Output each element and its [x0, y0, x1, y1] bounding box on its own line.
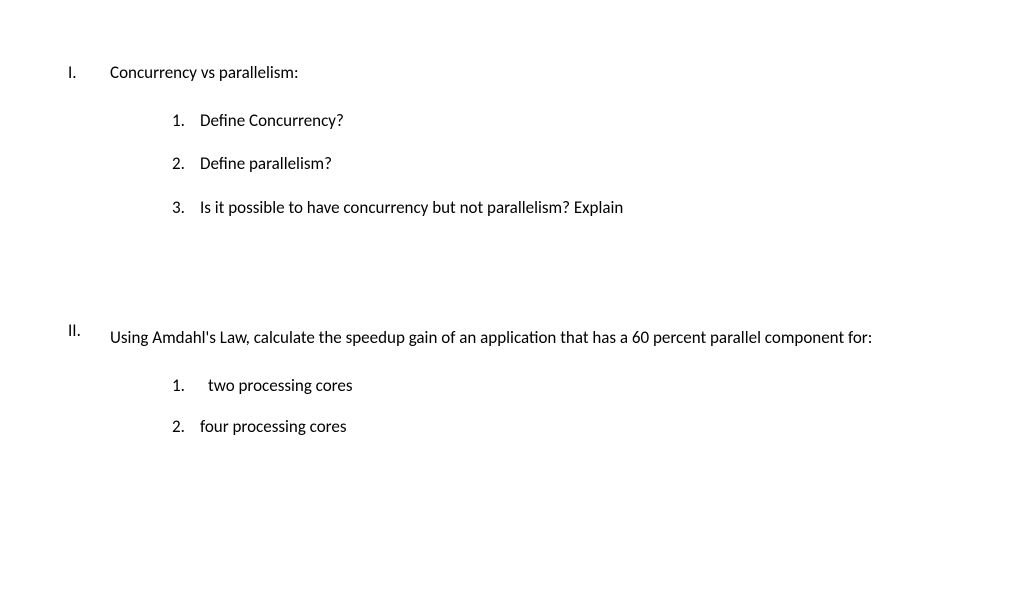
question-section-1: I. Concurrency vs parallelism: 1. Define…: [60, 60, 969, 238]
section-content: Concurrency vs parallelism: 1. Define Co…: [110, 60, 969, 238]
item-text: Is it possible to have concurrency but n…: [200, 195, 969, 221]
item-number: 1.: [172, 373, 208, 399]
item-number: 1.: [172, 108, 200, 134]
section-title: Using Amdahl's Law, calculate the speedu…: [110, 318, 969, 359]
item-text: four processing cores: [200, 414, 969, 440]
sub-list: 1. two processing cores 2. four processi…: [110, 373, 969, 440]
item-text: Define Concurrency?: [200, 108, 969, 134]
item-number: 2.: [172, 414, 200, 440]
section-title: Concurrency vs parallelism:: [110, 60, 969, 86]
question-section-2: II. Using Amdahl's Law, calculate the sp…: [60, 318, 969, 456]
list-item: 3. Is it possible to have concurrency bu…: [172, 195, 969, 221]
section-number: II.: [60, 318, 110, 456]
list-item: 1. Define Concurrency?: [172, 108, 969, 134]
section-number: I.: [60, 60, 110, 238]
sub-list: 1. Define Concurrency? 2. Define paralle…: [110, 108, 969, 221]
list-item: 1. two processing cores: [172, 373, 969, 399]
item-number: 3.: [172, 195, 200, 221]
list-item: 2. four processing cores: [172, 414, 969, 440]
item-number: 2.: [172, 151, 200, 177]
list-item: 2. Define parallelism?: [172, 151, 969, 177]
item-text: Define parallelism?: [200, 151, 969, 177]
item-text: two processing cores: [208, 373, 969, 399]
section-content: Using Amdahl's Law, calculate the speedu…: [110, 318, 969, 456]
